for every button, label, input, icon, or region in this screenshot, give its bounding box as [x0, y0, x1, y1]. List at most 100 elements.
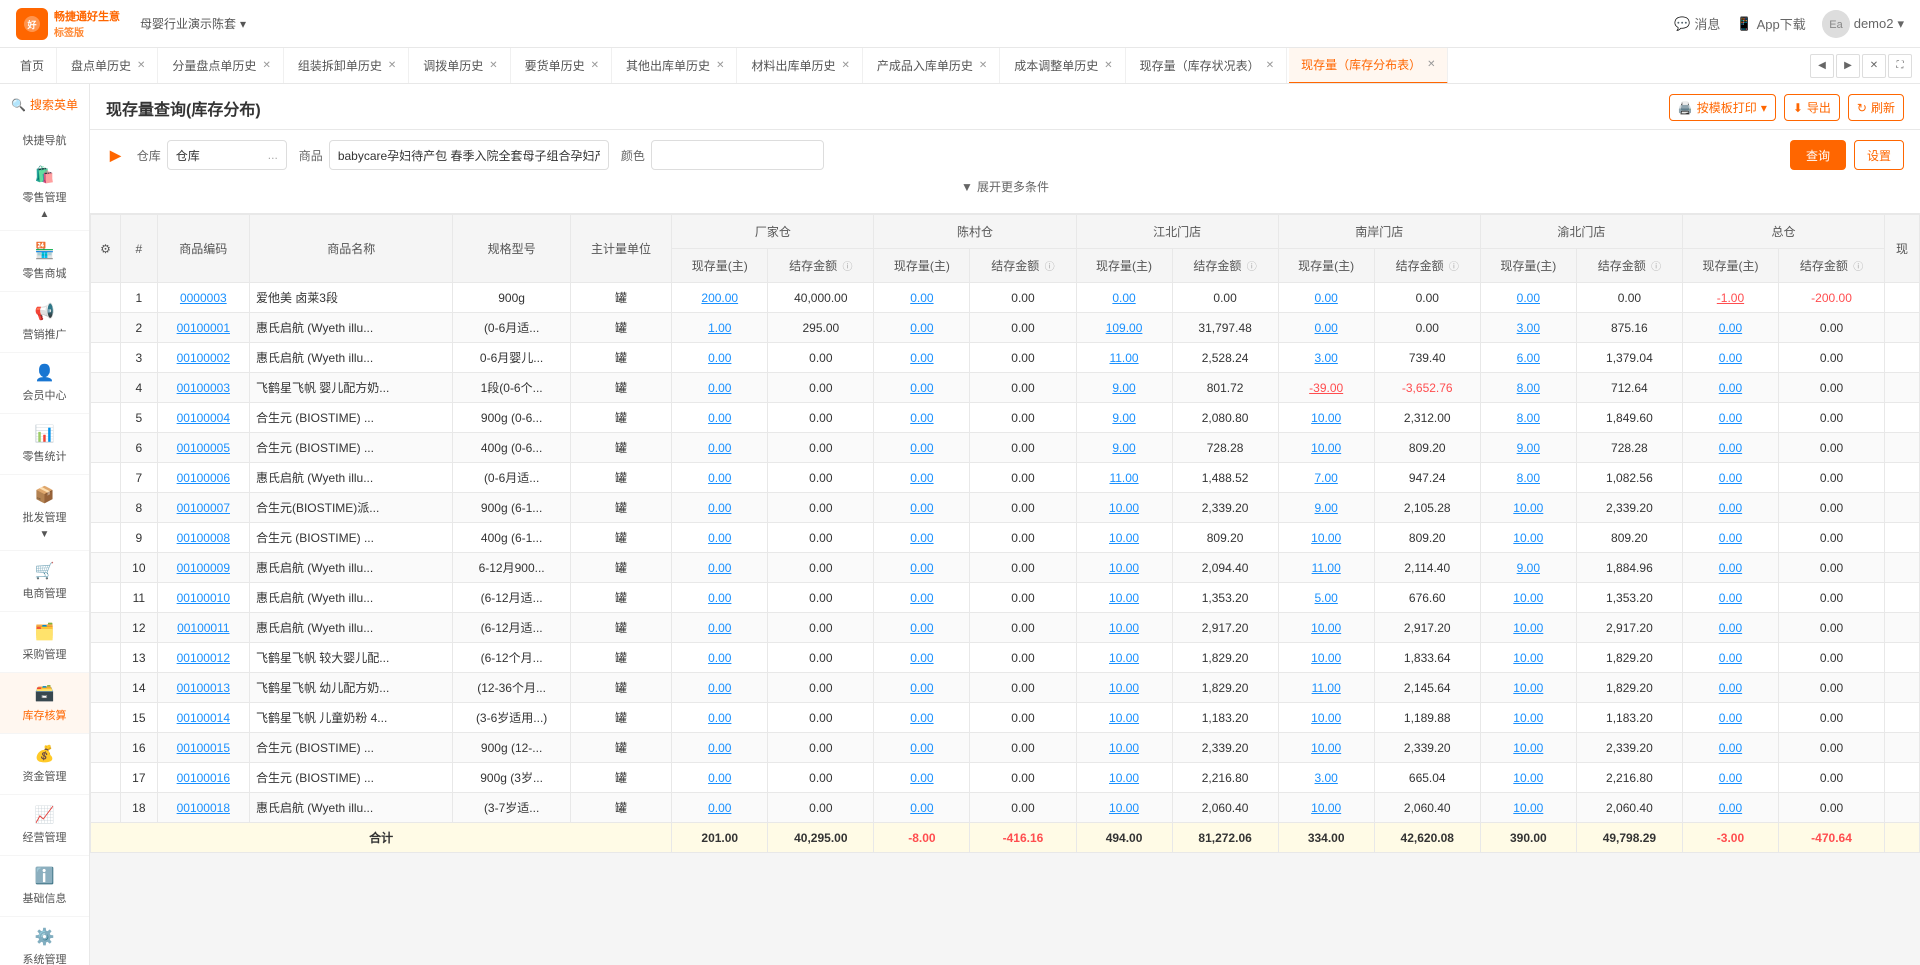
info-icon[interactable]: ⓘ: [1449, 262, 1459, 273]
col-product-name-header: 商品名称: [249, 215, 453, 283]
sidebar-item-wholesale-mgmt[interactable]: 📦 批发管理 ▼: [0, 475, 89, 551]
query-button[interactable]: 查询: [1790, 140, 1846, 170]
tab-inventory-count[interactable]: 盘点单历史 ✕: [59, 48, 158, 84]
close-icon[interactable]: ✕: [1266, 60, 1274, 71]
close-icon[interactable]: ✕: [262, 60, 270, 71]
color-filter: 颜色: [621, 140, 824, 170]
sidebar-item-system[interactable]: ⚙️ 系统管理: [0, 917, 89, 965]
user-dropdown-icon: ▾: [1897, 16, 1904, 32]
col-spec-header: 规格型号: [453, 215, 570, 283]
col-jiangbei-amount: 结存金额 ⓘ: [1172, 249, 1278, 283]
expand-icon: ▼: [40, 529, 50, 540]
group-chen: 陈村仓: [874, 215, 1076, 249]
tab-split-count[interactable]: 分量盘点单历史 ✕: [160, 48, 283, 84]
wholesale-mgmt-icon: 📦: [35, 485, 55, 505]
data-table: ⚙ # 商品编码 商品名称 规格型号 主计量单位 厂家仓 陈村仓 江北门店 南岸…: [90, 214, 1920, 853]
nav-prev-button[interactable]: ◀: [1810, 54, 1834, 78]
nav-arrows: ◀ ▶ ✕ ⛶: [1810, 54, 1920, 78]
export-button[interactable]: ⬇ 导出: [1784, 94, 1840, 121]
print-icon: 🖨️: [1678, 101, 1693, 115]
info-icon[interactable]: ⓘ: [1045, 262, 1055, 273]
sidebar-item-retail-stats[interactable]: 📊 零售统计: [0, 414, 89, 475]
tab-stock-dist[interactable]: 现存量（库存分布表） ✕: [1289, 48, 1448, 84]
close-icon[interactable]: ✕: [489, 60, 497, 71]
refresh-button[interactable]: ↻ 刷新: [1848, 94, 1904, 121]
sidebar-item-purchase[interactable]: 🗂️ 采购管理: [0, 612, 89, 673]
app-download-button[interactable]: 📱 App下载: [1736, 14, 1805, 33]
col-extra: 现: [1885, 215, 1920, 283]
col-chen-amount: 结存金额 ⓘ: [970, 249, 1076, 283]
group-total: 总仓: [1682, 215, 1884, 249]
tab-assembly-dismantle[interactable]: 组装拆卸单历史 ✕: [286, 48, 409, 84]
color-input[interactable]: [651, 140, 824, 170]
col-settings[interactable]: ⚙: [91, 215, 121, 283]
nav-maximize-button[interactable]: ⛶: [1888, 54, 1912, 78]
table-row: 900100008合生元 (BIOSTIME) ...400g (6-1...罐…: [91, 523, 1920, 553]
tab-stock-status[interactable]: 现存量（库存状况表） ✕: [1128, 48, 1287, 84]
close-icon[interactable]: ✕: [716, 60, 724, 71]
sidebar-item-inventory[interactable]: 🗃️ 库存核算: [0, 673, 89, 734]
expand-icon: ▼: [961, 180, 973, 194]
close-icon[interactable]: ✕: [388, 60, 396, 71]
tab-material-outbound[interactable]: 材料出库单历史 ✕: [739, 48, 862, 84]
nav-close-all-button[interactable]: ✕: [1862, 54, 1886, 78]
tab-other-outbound[interactable]: 其他出库单历史 ✕: [614, 48, 737, 84]
sidebar-item-marketing[interactable]: 📢 营销推广: [0, 292, 89, 353]
sidebar-item-operations[interactable]: 📈 经营管理: [0, 795, 89, 856]
sidebar: 🔍 搜索英单 快捷导航 🛍️ 零售管理 ▲ 🏪 零售商城 📢 营销推广 👤 会员…: [0, 84, 90, 965]
system-icon: ⚙️: [35, 927, 55, 947]
col-chen-stock: 现存量(主): [874, 249, 970, 283]
table-row: 500100004合生元 (BIOSTIME) ...900g (0-6...罐…: [91, 403, 1920, 433]
table-area[interactable]: ⚙ # 商品编码 商品名称 规格型号 主计量单位 厂家仓 陈村仓 江北门店 南岸…: [90, 214, 1920, 965]
col-unit-header: 主计量单位: [570, 215, 672, 283]
product-input[interactable]: [329, 140, 609, 170]
industry-selector[interactable]: 母婴行业演示陈套 ▾: [140, 15, 246, 32]
info-icon[interactable]: ⓘ: [1853, 262, 1863, 273]
info-icon[interactable]: ⓘ: [1651, 262, 1661, 273]
warehouse-selector[interactable]: 仓库 ...: [167, 140, 287, 170]
close-icon[interactable]: ✕: [1427, 59, 1435, 70]
sidebar-item-basic-info[interactable]: ℹ️ 基础信息: [0, 856, 89, 917]
close-icon[interactable]: ✕: [1104, 60, 1112, 71]
sidebar-item-ecommerce[interactable]: 🛒 电商管理: [0, 551, 89, 612]
message-button[interactable]: 💬 消息: [1674, 14, 1720, 33]
sidebar-item-retail-mall[interactable]: 🏪 零售商城: [0, 231, 89, 292]
logo-area: 好 畅捷通好生意 标签版: [16, 8, 120, 40]
finance-icon: 💰: [35, 744, 55, 764]
marketing-icon: 📢: [35, 302, 55, 322]
col-product-code-header: 商品编码: [157, 215, 249, 283]
info-icon[interactable]: ⓘ: [843, 262, 853, 273]
close-icon[interactable]: ✕: [137, 60, 145, 71]
message-icon: 💬: [1674, 16, 1690, 32]
tab-transfer-history[interactable]: 调拨单历史 ✕: [411, 48, 510, 84]
top-bar-left: 好 畅捷通好生意 标签版 母婴行业演示陈套 ▾: [16, 8, 246, 40]
quick-nav-button[interactable]: 快捷导航: [0, 125, 89, 155]
close-icon[interactable]: ✕: [979, 60, 987, 71]
user-menu[interactable]: Ea demo2 ▾: [1822, 10, 1904, 38]
retail-mall-icon: 🏪: [35, 241, 55, 261]
close-icon[interactable]: ✕: [841, 60, 849, 71]
tab-cost-adjustment[interactable]: 成本调整单历史 ✕: [1002, 48, 1125, 84]
table-row: 1700100016合生元 (BIOSTIME) ...900g (3岁...罐…: [91, 763, 1920, 793]
nav-tabs: 首页 盘点单历史 ✕ 分量盘点单历史 ✕ 组装拆卸单历史 ✕ 调拨单历史 ✕ 要…: [0, 48, 1920, 84]
tab-production-inbound[interactable]: 产成品入库单历史 ✕: [865, 48, 1000, 84]
sidebar-item-finance[interactable]: 💰 资金管理: [0, 734, 89, 795]
print-button[interactable]: 🖨️ 按模板打印 ▾: [1669, 94, 1776, 121]
table-row: 1800100018惠氏启航 (Wyeth illu...(3-7岁适...罐0…: [91, 793, 1920, 823]
filter-toggle-icon[interactable]: ▶: [106, 145, 125, 166]
tab-requisition-history[interactable]: 要货单历史 ✕: [513, 48, 612, 84]
tab-home[interactable]: 首页: [8, 48, 57, 84]
nav-next-button[interactable]: ▶: [1836, 54, 1860, 78]
col-nanan-amount: 结存金额 ⓘ: [1374, 249, 1480, 283]
sidebar-item-retail-mgmt[interactable]: 🛍️ 零售管理 ▲: [0, 155, 89, 231]
member-center-icon: 👤: [35, 363, 55, 383]
page-actions: 🖨️ 按模板打印 ▾ ⬇ 导出 ↻ 刷新: [1669, 94, 1904, 121]
info-icon[interactable]: ⓘ: [1247, 262, 1257, 273]
group-yuebei: 渝北门店: [1480, 215, 1682, 249]
table-row: 200100001惠氏启航 (Wyeth illu...(0-6月适...罐1.…: [91, 313, 1920, 343]
setting-button[interactable]: 设置: [1854, 140, 1904, 170]
search-button[interactable]: 🔍 搜索英单: [6, 92, 83, 117]
expand-more-button[interactable]: ▼ 展开更多条件: [106, 170, 1904, 203]
sidebar-item-member-center[interactable]: 👤 会员中心: [0, 353, 89, 414]
close-icon[interactable]: ✕: [591, 60, 599, 71]
